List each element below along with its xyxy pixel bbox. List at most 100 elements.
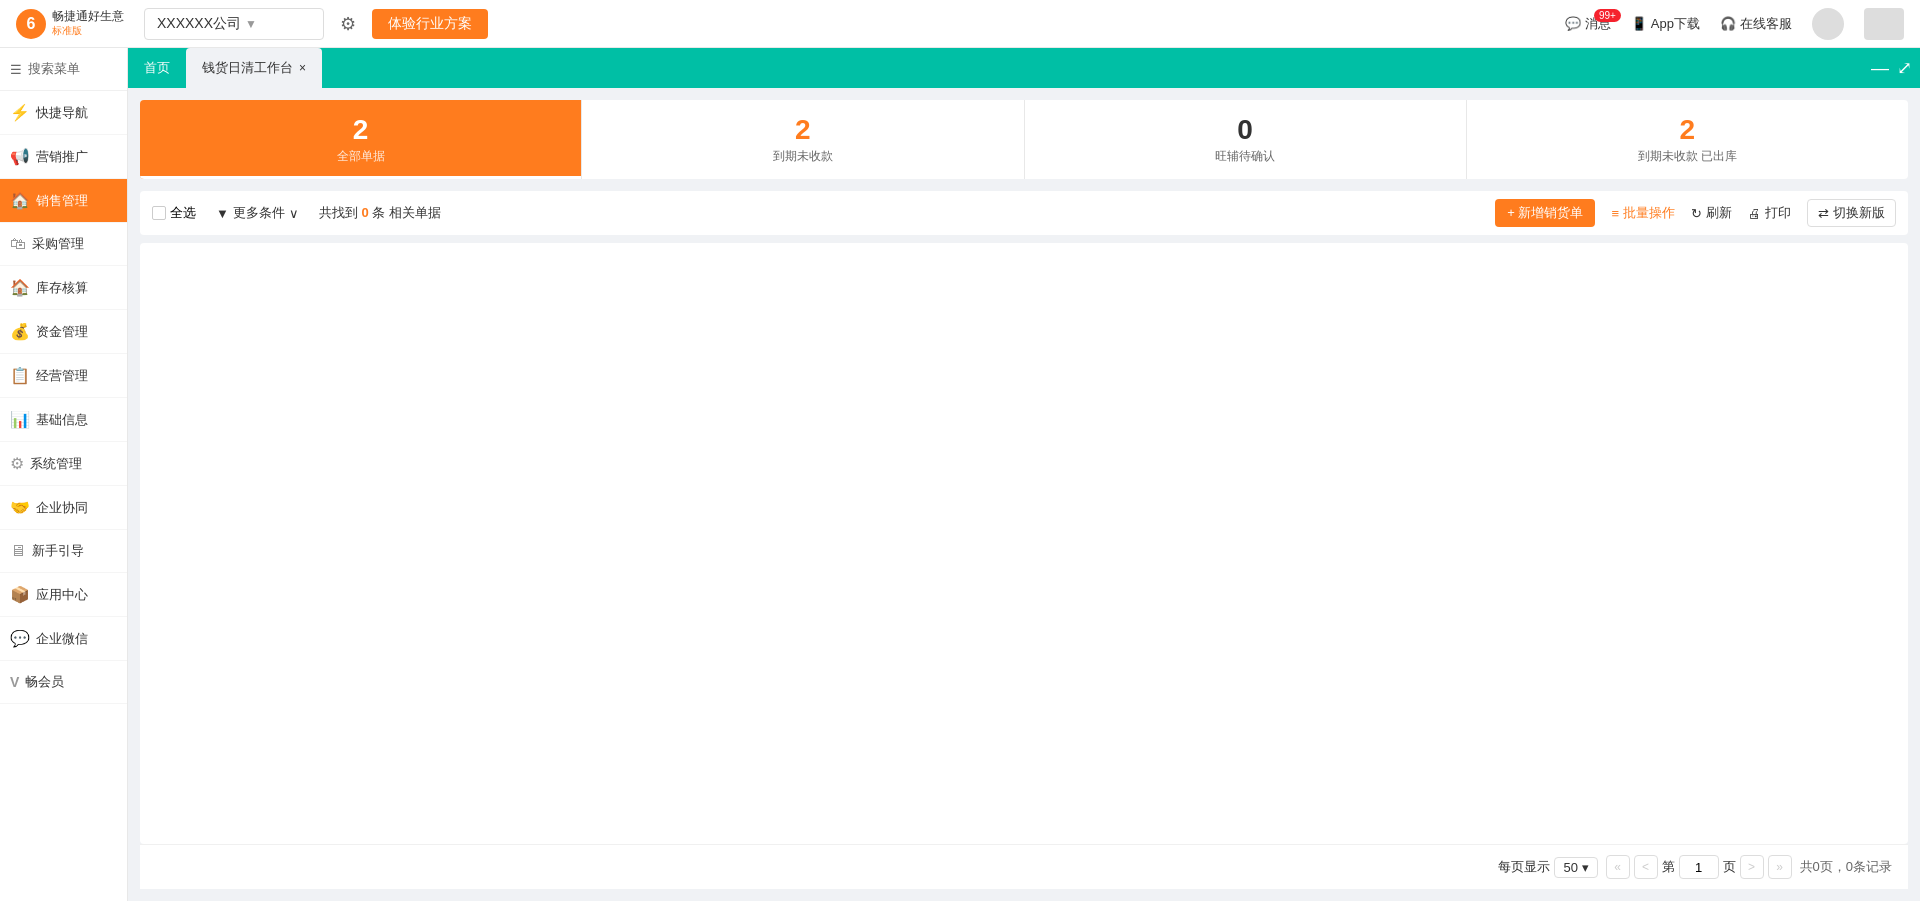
member-icon: V [10, 674, 19, 690]
stat-card-all[interactable]: 2 全部单据 [140, 100, 582, 179]
last-page-button[interactable]: » [1768, 855, 1792, 879]
company-name: XXXXXX公司 [157, 15, 241, 33]
content-area: 首页 钱货日清工作台 × — ⤢ 2 全部单据 2 [128, 48, 1920, 901]
found-count: 0 [362, 205, 369, 220]
sales-icon: 🏠 [10, 191, 30, 210]
checkbox-box[interactable] [152, 206, 166, 220]
page-size-arrow: ▾ [1582, 860, 1589, 875]
sidebar-item-enterprise[interactable]: 🤝 企业协同 [0, 486, 127, 530]
page-suffix: 页 [1723, 858, 1736, 876]
filter-icon: ▼ [216, 206, 229, 221]
tab-bar: 首页 钱货日清工作台 × — ⤢ [128, 48, 1920, 88]
company-dropdown-arrow: ▼ [245, 17, 257, 31]
purchase-icon: 🛍 [10, 235, 26, 253]
batch-action-button[interactable]: ≡ 批量操作 [1611, 204, 1675, 222]
company-selector[interactable]: XXXXXX公司 ▼ [144, 8, 324, 40]
sidebar-item-wechat-biz[interactable]: 💬 企业微信 [0, 617, 127, 661]
refresh-icon: ↻ [1691, 206, 1702, 221]
experience-button[interactable]: 体验行业方案 [372, 9, 488, 39]
sidebar-item-inventory[interactable]: 🏠 库存核算 [0, 266, 127, 310]
tab-minimize-button[interactable]: — [1871, 58, 1889, 79]
page-nav: « < 第 页 > » [1606, 855, 1792, 879]
table-empty [140, 243, 1908, 844]
sidebar-item-finance[interactable]: 💰 资金管理 [0, 310, 127, 354]
sidebar-item-label: 基础信息 [36, 411, 88, 429]
prev-page-button[interactable]: < [1634, 855, 1658, 879]
app-download-button[interactable]: 📱 App下载 [1631, 15, 1700, 33]
next-page-button[interactable]: > [1740, 855, 1764, 879]
newbie-icon: 🖥 [10, 542, 26, 560]
toolbar-left: 全选 ▼ 更多条件 ∨ 共找到 0 条 相关单据 [152, 200, 1483, 226]
stat-indicator-all [140, 176, 581, 179]
sidebar-item-label: 经营管理 [36, 367, 88, 385]
app-center-icon: 📦 [10, 585, 30, 604]
sidebar-item-basic-info[interactable]: 📊 基础信息 [0, 398, 127, 442]
message-badge: 99+ [1594, 9, 1621, 22]
filter-button[interactable]: ▼ 更多条件 ∨ [208, 200, 307, 226]
sidebar-item-member[interactable]: V 畅会员 [0, 661, 127, 704]
sidebar: ☰ 搜索菜单 ⚡ 快捷导航 📢 营销推广 🏠 销售管理 🛍 采购管理 🏠 库存核… [0, 48, 128, 901]
switch-label: 切换新版 [1833, 204, 1885, 222]
page-label: 第 [1662, 858, 1675, 876]
tab-workbench[interactable]: 钱货日清工作台 × [186, 48, 322, 88]
switch-version-button[interactable]: ⇄ 切换新版 [1807, 199, 1896, 227]
page-size-dropdown[interactable]: 50 ▾ [1554, 857, 1597, 878]
stat-card-wangdian[interactable]: 0 旺辅待确认 [1025, 100, 1467, 179]
sidebar-item-marketing[interactable]: 📢 营销推广 [0, 135, 127, 179]
main-layout: ☰ 搜索菜单 ⚡ 快捷导航 📢 营销推广 🏠 销售管理 🛍 采购管理 🏠 库存核… [0, 48, 1920, 901]
stat-card-overdue-unshipped[interactable]: 2 到期未收款 已出库 [1467, 100, 1908, 179]
sidebar-item-label: 库存核算 [36, 279, 88, 297]
user-menu[interactable] [1864, 8, 1904, 40]
found-prefix: 共找到 [319, 205, 358, 220]
switch-icon: ⇄ [1818, 206, 1829, 221]
sidebar-item-label: 快捷导航 [36, 104, 88, 122]
logo-area: 6 畅捷通好生意 标准版 [16, 9, 144, 39]
page-size-label: 每页显示 [1498, 858, 1550, 876]
sidebar-item-app-center[interactable]: 📦 应用中心 [0, 573, 127, 617]
search-icon: ☰ [10, 62, 22, 77]
online-service-label: 在线客服 [1740, 15, 1792, 33]
online-service-button[interactable]: 🎧 在线客服 [1720, 15, 1792, 33]
sidebar-item-sales[interactable]: 🏠 销售管理 [0, 179, 127, 223]
settings-button[interactable]: ⚙ [332, 8, 364, 40]
select-all-checkbox[interactable]: 全选 [152, 204, 196, 222]
message-button[interactable]: 💬 消息 99+ [1565, 15, 1611, 33]
tab-home-label: 首页 [144, 59, 170, 77]
total-text: 共0页，0条记录 [1800, 858, 1892, 876]
marketing-icon: 📢 [10, 147, 30, 166]
toolbar: 全选 ▼ 更多条件 ∨ 共找到 0 条 相关单据 + 新增销货单 [140, 191, 1908, 235]
stat-card-overdue-unpaid[interactable]: 2 到期未收款 [582, 100, 1024, 179]
operations-icon: 📋 [10, 366, 30, 385]
stat-number-all: 2 [353, 114, 369, 146]
sidebar-item-label: 新手引导 [32, 542, 84, 560]
basic-info-icon: 📊 [10, 410, 30, 429]
app-download-icon: 📱 [1631, 16, 1647, 31]
system-icon: ⚙ [10, 454, 24, 473]
found-text: 共找到 0 条 相关单据 [319, 204, 441, 222]
tab-maximize-button[interactable]: ⤢ [1897, 57, 1912, 79]
message-icon: 💬 [1565, 16, 1581, 31]
sidebar-item-purchase[interactable]: 🛍 采购管理 [0, 223, 127, 266]
refresh-button[interactable]: ↻ 刷新 [1691, 204, 1732, 222]
tab-close-button[interactable]: × [299, 61, 306, 75]
inventory-icon: 🏠 [10, 278, 30, 297]
sidebar-item-label: 系统管理 [30, 455, 82, 473]
batch-label: 批量操作 [1623, 204, 1675, 222]
sidebar-item-operations[interactable]: 📋 经营管理 [0, 354, 127, 398]
stat-number-overdue-unpaid: 2 [795, 114, 811, 146]
new-sale-button[interactable]: + 新增销货单 [1495, 199, 1595, 227]
refresh-label: 刷新 [1706, 204, 1732, 222]
sidebar-item-system[interactable]: ⚙ 系统管理 [0, 442, 127, 486]
print-button[interactable]: 🖨 打印 [1748, 204, 1791, 222]
sidebar-item-quick-nav[interactable]: ⚡ 快捷导航 [0, 91, 127, 135]
first-page-button[interactable]: « [1606, 855, 1630, 879]
tab-home[interactable]: 首页 [128, 48, 186, 88]
user-avatar[interactable] [1812, 8, 1844, 40]
sidebar-item-label: 企业微信 [36, 630, 88, 648]
page-input[interactable] [1679, 855, 1719, 879]
header-right: 💬 消息 99+ 📱 App下载 🎧 在线客服 [1565, 8, 1904, 40]
sidebar-item-newbie[interactable]: 🖥 新手引导 [0, 530, 127, 573]
select-all-label: 全选 [170, 204, 196, 222]
pagination-bar: 每页显示 50 ▾ « < 第 页 > » 共0页，0条记录 [140, 844, 1908, 889]
sidebar-search[interactable]: ☰ 搜索菜单 [0, 48, 127, 91]
